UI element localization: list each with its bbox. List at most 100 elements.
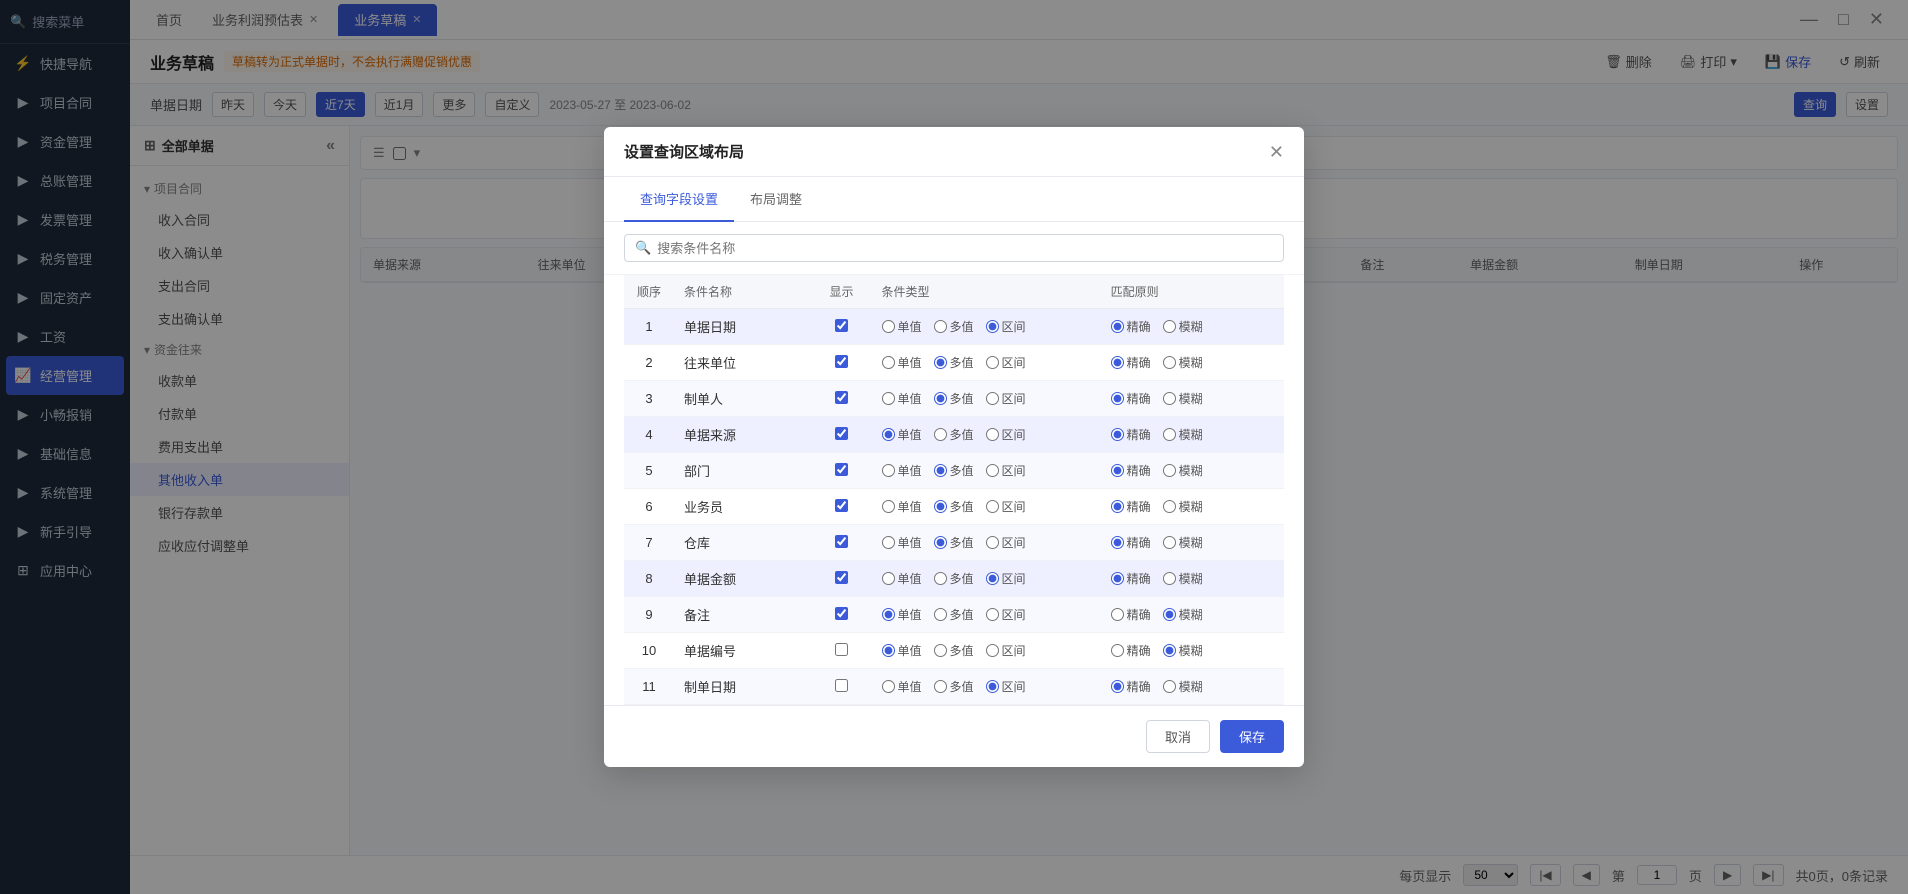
row-order: 9 [624,597,674,633]
match-radio-模糊[interactable]: 模糊 [1163,354,1203,371]
type-radio-多值[interactable]: 多值 [934,534,974,551]
row-match-cell: 精确模糊 [1101,345,1284,381]
match-radio-模糊[interactable]: 模糊 [1163,570,1203,587]
match-radio-模糊[interactable]: 模糊 [1163,606,1203,623]
type-radio-单值[interactable]: 单值 [882,678,922,695]
row-show-cell [812,525,872,561]
match-radio-模糊[interactable]: 模糊 [1163,534,1203,551]
row-condition-name: 单据金额 [674,561,812,597]
type-radio-区间[interactable]: 区间 [986,606,1026,623]
type-radio-区间[interactable]: 区间 [986,426,1026,443]
type-radio-单值[interactable]: 单值 [882,606,922,623]
row-order: 10 [624,633,674,669]
table-row: 11制单日期单值多值区间精确模糊 [624,669,1284,705]
match-radio-精确[interactable]: 精确 [1111,462,1151,479]
modal-overlay[interactable]: 设置查询区域布局 ✕ 查询字段设置 布局调整 🔍 [0,0,1908,894]
row-show-cell [812,597,872,633]
match-radio-精确[interactable]: 精确 [1111,426,1151,443]
show-checkbox[interactable] [835,536,848,551]
row-show-cell [812,633,872,669]
row-type-cell: 单值多值区间 [872,633,1101,669]
type-radio-区间[interactable]: 区间 [986,390,1026,407]
match-radio-精确[interactable]: 精确 [1111,642,1151,659]
cancel-button[interactable]: 取消 [1146,720,1210,753]
match-radio-模糊[interactable]: 模糊 [1163,678,1203,695]
modal-tab-query-fields[interactable]: 查询字段设置 [624,177,734,222]
row-order: 7 [624,525,674,561]
table-row: 10单据编号单值多值区间精确模糊 [624,633,1284,669]
match-radio-模糊[interactable]: 模糊 [1163,318,1203,335]
type-radio-区间[interactable]: 区间 [986,462,1026,479]
show-checkbox[interactable] [835,608,848,623]
type-radio-单值[interactable]: 单值 [882,354,922,371]
show-checkbox[interactable] [835,500,848,515]
show-checkbox[interactable] [835,464,848,479]
match-radio-精确[interactable]: 精确 [1111,318,1151,335]
type-radio-多值[interactable]: 多值 [934,606,974,623]
row-match-cell: 精确模糊 [1101,489,1284,525]
type-radio-多值[interactable]: 多值 [934,498,974,515]
show-checkbox[interactable] [835,428,848,443]
row-show-cell [812,309,872,345]
show-checkbox[interactable] [835,392,848,407]
match-radio-精确[interactable]: 精确 [1111,606,1151,623]
show-checkbox[interactable] [835,680,848,695]
match-radio-精确[interactable]: 精确 [1111,534,1151,551]
type-radio-区间[interactable]: 区间 [986,534,1026,551]
show-checkbox[interactable] [835,320,848,335]
type-radio-单值[interactable]: 单值 [882,318,922,335]
match-radio-精确[interactable]: 精确 [1111,570,1151,587]
modal-tab-layout[interactable]: 布局调整 [734,177,818,222]
row-order: 3 [624,381,674,417]
type-radio-多值[interactable]: 多值 [934,318,974,335]
modal-footer: 取消 保存 [604,705,1304,767]
table-row: 3制单人单值多值区间精确模糊 [624,381,1284,417]
match-radio-精确[interactable]: 精确 [1111,498,1151,515]
modal-search-icon: 🔍 [635,240,651,256]
row-order: 1 [624,309,674,345]
type-radio-单值[interactable]: 单值 [882,534,922,551]
modal-search: 🔍 [604,222,1304,275]
save-button[interactable]: 保存 [1220,720,1284,753]
type-radio-单值[interactable]: 单值 [882,642,922,659]
row-show-cell [812,561,872,597]
type-radio-多值[interactable]: 多值 [934,678,974,695]
match-radio-模糊[interactable]: 模糊 [1163,426,1203,443]
type-radio-多值[interactable]: 多值 [934,642,974,659]
type-radio-多值[interactable]: 多值 [934,462,974,479]
type-radio-区间[interactable]: 区间 [986,498,1026,515]
modal-body: 查询字段设置 布局调整 🔍 [604,177,1304,705]
type-radio-单值[interactable]: 单值 [882,570,922,587]
type-radio-单值[interactable]: 单值 [882,426,922,443]
match-radio-精确[interactable]: 精确 [1111,390,1151,407]
match-radio-精确[interactable]: 精确 [1111,354,1151,371]
show-checkbox[interactable] [835,644,848,659]
match-radio-模糊[interactable]: 模糊 [1163,642,1203,659]
modal-title: 设置查询区域布局 [624,141,744,162]
type-radio-单值[interactable]: 单值 [882,390,922,407]
type-radio-多值[interactable]: 多值 [934,390,974,407]
row-order: 6 [624,489,674,525]
th-name: 条件名称 [674,275,812,309]
type-radio-区间[interactable]: 区间 [986,642,1026,659]
match-radio-模糊[interactable]: 模糊 [1163,390,1203,407]
th-type: 条件类型 [872,275,1101,309]
type-radio-多值[interactable]: 多值 [934,570,974,587]
match-radio-精确[interactable]: 精确 [1111,678,1151,695]
table-row: 6业务员单值多值区间精确模糊 [624,489,1284,525]
type-radio-单值[interactable]: 单值 [882,462,922,479]
type-radio-多值[interactable]: 多值 [934,426,974,443]
type-radio-区间[interactable]: 区间 [986,354,1026,371]
show-checkbox[interactable] [835,572,848,587]
match-radio-模糊[interactable]: 模糊 [1163,498,1203,515]
type-radio-单值[interactable]: 单值 [882,498,922,515]
modal-search-input[interactable] [657,241,1273,256]
modal-close-btn[interactable]: ✕ [1269,143,1284,161]
type-radio-区间[interactable]: 区间 [986,570,1026,587]
show-checkbox[interactable] [835,356,848,371]
type-radio-多值[interactable]: 多值 [934,354,974,371]
type-radio-区间[interactable]: 区间 [986,318,1026,335]
row-type-cell: 单值多值区间 [872,309,1101,345]
type-radio-区间[interactable]: 区间 [986,678,1026,695]
match-radio-模糊[interactable]: 模糊 [1163,462,1203,479]
